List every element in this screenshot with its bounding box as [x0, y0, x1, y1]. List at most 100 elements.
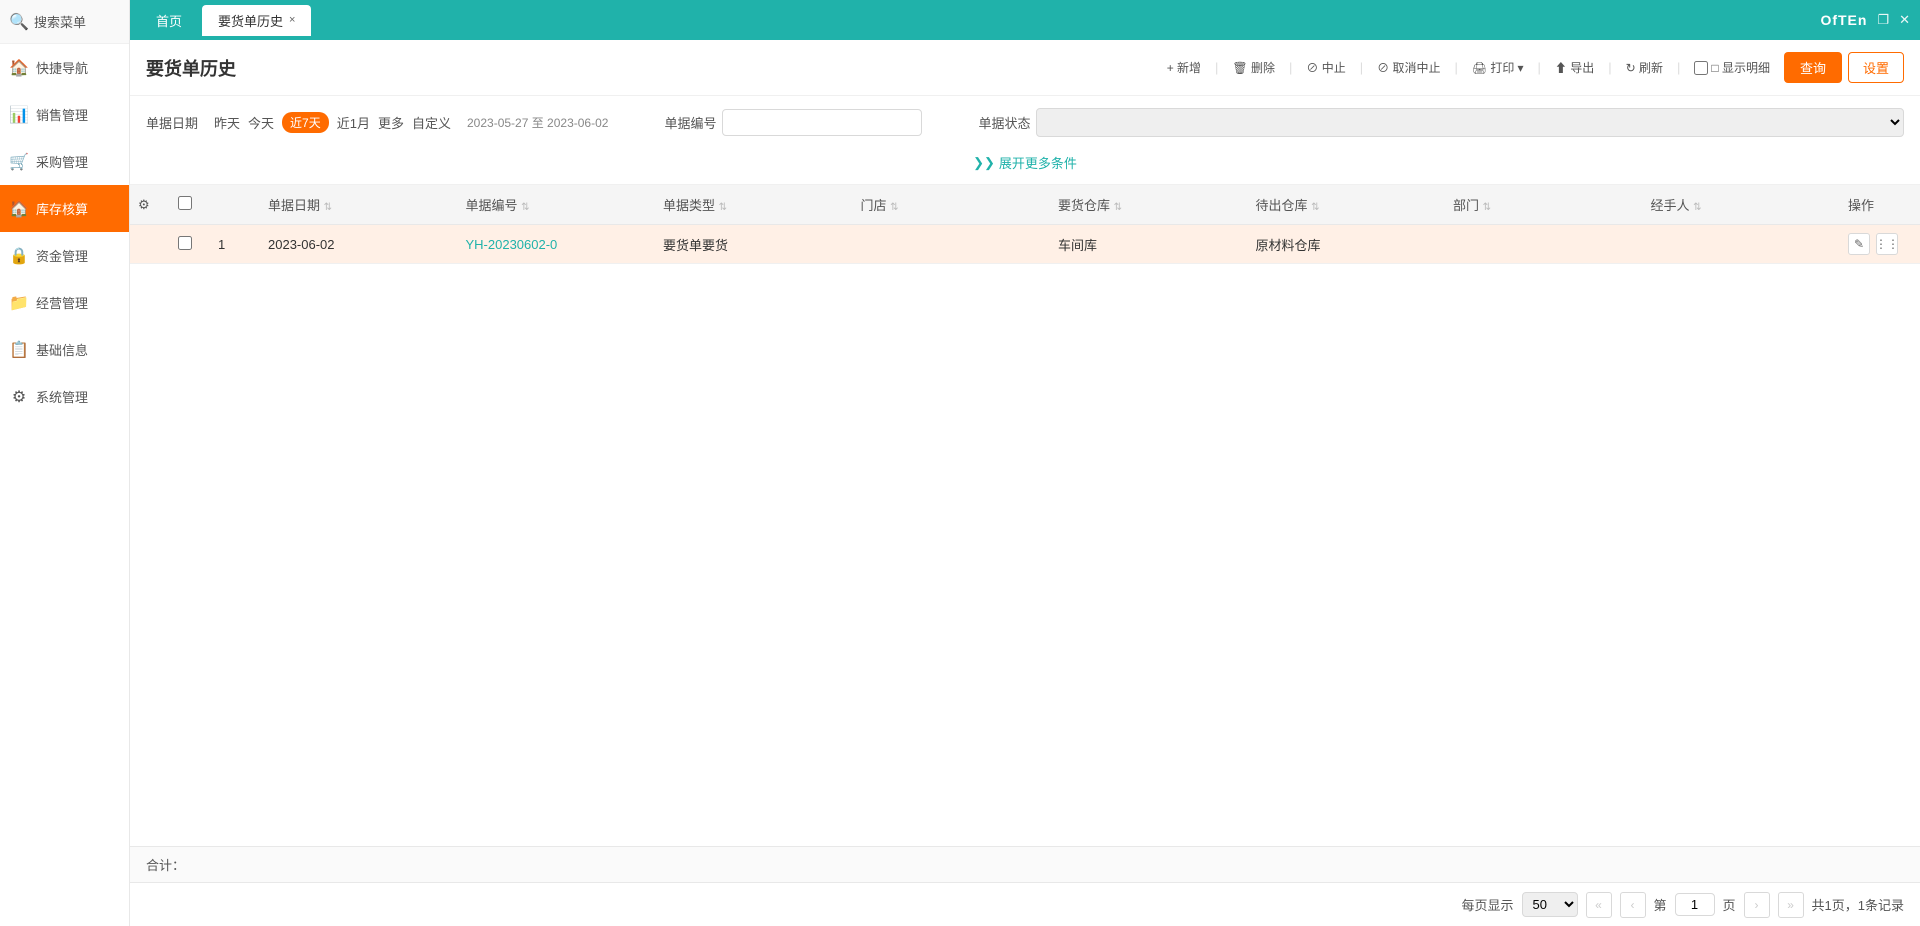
col-pending-warehouse-label: 待出仓库 — [1256, 198, 1308, 213]
cell-settings — [130, 225, 170, 264]
cell-handler — [1643, 225, 1841, 264]
query-button[interactable]: 查询 — [1784, 52, 1842, 83]
col-dept[interactable]: 部门 ⇅ — [1445, 185, 1643, 225]
col-date[interactable]: 单据日期 ⇅ — [260, 185, 458, 225]
col-handler[interactable]: 经手人 ⇅ — [1643, 185, 1841, 225]
doc-no-link[interactable]: YH-20230602-0 — [466, 237, 558, 252]
cell-doc-type: 要货单要货 — [655, 225, 853, 264]
date-opt-today[interactable]: 今天 — [248, 113, 274, 132]
row-edit-button[interactable]: ✎ — [1848, 233, 1870, 255]
tab-bar-right: OfTEn ❐ ✕ — [1820, 12, 1910, 28]
col-handler-label: 经手人 — [1651, 198, 1690, 213]
refresh-button[interactable]: ↻ 刷新 — [1618, 54, 1671, 81]
date-opt-last7days[interactable]: 近7天 — [282, 112, 329, 133]
date-opt-more[interactable]: 更多 — [378, 113, 404, 132]
col-store[interactable]: 门店 ⇅ — [853, 185, 1051, 225]
prev-page-button[interactable]: ‹ — [1620, 892, 1646, 918]
next-page-button[interactable]: › — [1744, 892, 1770, 918]
status-select[interactable] — [1036, 108, 1904, 137]
col-settings[interactable]: ⚙ — [130, 185, 170, 225]
sidebar-item-ops[interactable]: 📁 经营管理 — [0, 279, 129, 326]
sidebar-item-label: 销售管理 — [36, 105, 88, 124]
sep2: | — [1289, 60, 1292, 75]
select-all-checkbox[interactable] — [178, 196, 192, 210]
stop-button[interactable]: ⊘ 中止 — [1298, 54, 1353, 81]
inventory-icon: 🏠 — [10, 200, 28, 218]
sort-store-icon[interactable]: ⇅ — [890, 202, 898, 213]
sep3: | — [1360, 60, 1363, 75]
show-detail-button[interactable]: □ 显示明细 — [1686, 54, 1778, 81]
print-dropdown-icon[interactable]: ▾ — [1517, 61, 1523, 75]
tab-order-history[interactable]: 要货单历史 × — [202, 5, 311, 36]
sort-dept-icon[interactable]: ⇅ — [1483, 202, 1491, 213]
sort-docno-icon[interactable]: ⇅ — [521, 202, 529, 213]
date-opt-yesterday[interactable]: 昨天 — [214, 113, 240, 132]
delete-button[interactable]: 🗑 删除 — [1224, 54, 1283, 81]
show-detail-checkbox[interactable] — [1694, 61, 1708, 75]
print-label: 🖨 打印 — [1472, 59, 1515, 76]
sep5: | — [1537, 60, 1540, 75]
export-button[interactable]: ⬆ 导出 — [1547, 54, 1602, 81]
doc-number-input[interactable] — [722, 109, 922, 136]
restore-button[interactable]: ❐ — [1877, 12, 1889, 28]
row-more-button[interactable]: ⋮⋮ — [1876, 233, 1898, 255]
sidebar-item-inventory[interactable]: 🏠 库存核算 — [0, 185, 129, 232]
show-detail-label: □ 显示明细 — [1711, 59, 1770, 76]
cell-store — [853, 225, 1051, 264]
sort-doctype-icon[interactable]: ⇅ — [719, 202, 727, 213]
sidebar-item-basic[interactable]: 📋 基础信息 — [0, 326, 129, 373]
col-doc-no[interactable]: 单据编号 ⇅ — [458, 185, 656, 225]
col-doc-type[interactable]: 单据类型 ⇅ — [655, 185, 853, 225]
row-checkbox[interactable] — [178, 236, 192, 250]
sort-pendwh-icon[interactable]: ⇅ — [1311, 202, 1319, 213]
date-filter-label: 单据日期 — [146, 113, 198, 132]
sidebar-search[interactable]: 🔍 搜索菜单 — [0, 0, 129, 44]
first-page-button[interactable]: « — [1586, 892, 1612, 918]
footer-total-label: 合计： — [146, 855, 185, 874]
table-row[interactable]: 1 2023-06-02 YH-20230602-0 要货单要货 — [130, 225, 1920, 264]
col-store-label: 门店 — [861, 198, 887, 213]
date-opt-custom[interactable]: 自定义 — [412, 113, 451, 132]
date-opt-last1month[interactable]: 近1月 — [337, 113, 370, 132]
col-checkbox — [170, 185, 210, 225]
col-pending-warehouse[interactable]: 待出仓库 ⇅ — [1248, 185, 1446, 225]
new-button[interactable]: + 新增 — [1159, 54, 1209, 81]
sort-reqwh-icon[interactable]: ⇅ — [1114, 202, 1122, 213]
cell-date: 2023-06-02 — [260, 225, 458, 264]
sort-date-icon[interactable]: ⇅ — [324, 202, 332, 213]
sidebar-item-sales[interactable]: 📊 销售管理 — [0, 91, 129, 138]
table-wrap: ⚙ 单据日期 ⇅ 单据编号 ⇅ — [130, 185, 1920, 846]
cell-checkbox — [170, 225, 210, 264]
sidebar-item-label: 库存核算 — [36, 199, 88, 218]
settings-button[interactable]: 设置 — [1848, 52, 1904, 83]
sidebar-item-label: 基础信息 — [36, 340, 88, 359]
col-req-warehouse[interactable]: 要货仓库 ⇅ — [1050, 185, 1248, 225]
col-date-label: 单据日期 — [268, 198, 320, 213]
folder-icon: 📁 — [10, 294, 28, 312]
settings-label: 设置 — [1863, 61, 1889, 76]
cancel-stop-button[interactable]: ⊘ 取消中止 — [1369, 54, 1448, 81]
sidebar-item-quick-nav[interactable]: 🏠 快捷导航 — [0, 44, 129, 91]
sidebar-item-purchase[interactable]: 🛒 采购管理 — [0, 138, 129, 185]
export-label: ⬆ 导出 — [1555, 59, 1594, 76]
print-button[interactable]: 🖨 打印 ▾ — [1464, 54, 1532, 81]
tab-close-icon[interactable]: × — [289, 14, 295, 26]
status-label: 单据状态 — [978, 113, 1030, 132]
sort-handler-icon[interactable]: ⇅ — [1693, 202, 1701, 213]
delete-label: 🗑 删除 — [1232, 59, 1275, 76]
tab-home[interactable]: 首页 — [140, 5, 198, 36]
page-size-select[interactable]: 10 20 50 100 — [1522, 892, 1578, 917]
sidebar-item-finance[interactable]: 🔒 资金管理 — [0, 232, 129, 279]
cell-pending-warehouse: 原材料仓库 — [1248, 225, 1446, 264]
cell-num: 1 — [210, 225, 260, 264]
date-options: 昨天 今天 近7天 近1月 更多 自定义 — [214, 112, 451, 133]
tab-order-history-label: 要货单历史 — [218, 11, 283, 30]
row-doc-type: 要货单要货 — [663, 238, 728, 253]
close-window-button[interactable]: ✕ — [1899, 12, 1910, 28]
sep7: | — [1677, 60, 1680, 75]
page-input[interactable] — [1675, 893, 1715, 916]
sidebar-item-system[interactable]: ⚙ 系统管理 — [0, 373, 129, 420]
filter-row-1: 单据日期 昨天 今天 近7天 近1月 更多 自定义 2023-05-27 至 2… — [146, 108, 1904, 137]
expand-button[interactable]: ❯❯ 展开更多条件 — [973, 153, 1077, 172]
last-page-button[interactable]: » — [1778, 892, 1804, 918]
